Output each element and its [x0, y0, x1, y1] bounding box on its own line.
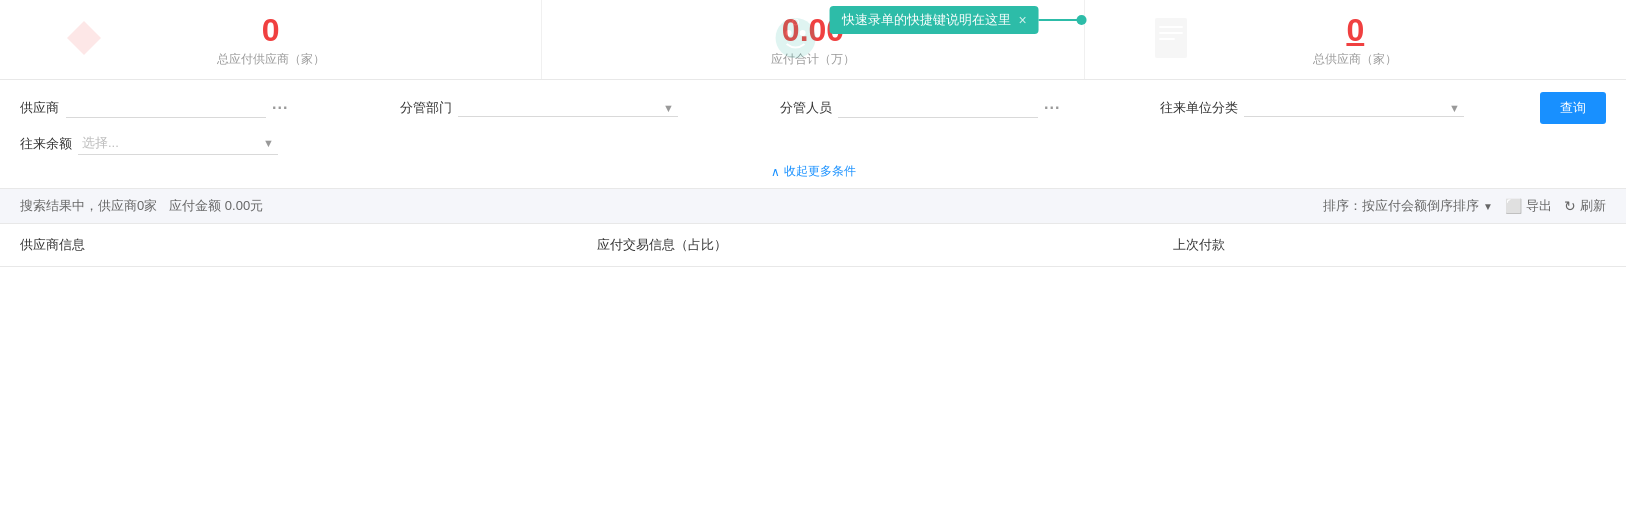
results-bar: 搜索结果中，供应商0家 应付金额 0.00元 排序：按应付会额倒序排序 ▼ ⬜ …: [0, 189, 1626, 224]
mint-icon: [767, 9, 825, 70]
sort-button[interactable]: 排序：按应付会额倒序排序 ▼: [1323, 197, 1493, 215]
collapse-button[interactable]: ∧ 收起更多条件: [771, 163, 856, 180]
svg-point-5: [793, 19, 799, 25]
svg-point-2: [786, 30, 792, 36]
total-suppliers-label: 总供应商（家）: [1313, 51, 1397, 68]
balance-select[interactable]: 选择... ▼: [78, 132, 278, 155]
unit-filter: 往来单位分类 ▼: [1160, 99, 1532, 117]
amount-summary: 应付金额 0.00元: [169, 197, 263, 215]
filter-bar: 供应商 ··· 分管部门 ▼ 分管人员 ··· 往来单位分类 ▼ 查询: [0, 80, 1626, 189]
diamond-icon: [60, 14, 108, 65]
table-body: [0, 267, 1626, 515]
col-transaction-header: 应付交易信息（占比）: [597, 236, 1174, 254]
collapse-label: 收起更多条件: [784, 163, 856, 180]
stats-bar: 0 总应付供应商（家） 快速录单的快捷键说明在这里 × 0.00 应付合计（万）: [0, 0, 1626, 80]
department-chevron-icon: ▼: [663, 102, 674, 114]
unit-chevron-icon: ▼: [1449, 102, 1460, 114]
total-suppliers-value: 0: [1346, 11, 1364, 49]
filter-row-2: 往来余额 选择... ▼: [20, 132, 1606, 155]
unit-label: 往来单位分类: [1160, 99, 1238, 117]
filter-row-1: 供应商 ··· 分管部门 ▼ 分管人员 ··· 往来单位分类 ▼ 查询: [20, 92, 1606, 124]
person-input[interactable]: [838, 98, 1038, 118]
person-dots[interactable]: ···: [1044, 99, 1060, 117]
search-summary: 搜索结果中，供应商0家: [20, 197, 157, 215]
balance-chevron-icon: ▼: [263, 137, 274, 149]
sort-chevron-icon: ▼: [1483, 201, 1493, 212]
department-filter: 分管部门 ▼: [400, 99, 772, 117]
balance-placeholder: 选择...: [82, 134, 119, 152]
balance-filter: 往来余额 选择... ▼: [20, 132, 320, 155]
person-label: 分管人员: [780, 99, 832, 117]
results-actions: 排序：按应付会额倒序排序 ▼ ⬜ 导出 ↻ 刷新: [1323, 197, 1606, 215]
balance-label: 往来余额: [20, 135, 72, 153]
stat-payable-amount: 快速录单的快捷键说明在这里 × 0.00 应付合计（万）: [542, 0, 1084, 79]
query-button[interactable]: 查询: [1540, 92, 1606, 124]
payable-suppliers-label: 总应付供应商（家）: [217, 51, 325, 68]
collapse-arrow-icon: ∧: [771, 165, 780, 179]
col-lastpay-header: 上次付款: [1173, 236, 1606, 254]
tooltip-close-btn[interactable]: ×: [1019, 12, 1027, 28]
refresh-button[interactable]: ↻ 刷新: [1564, 197, 1606, 215]
collapse-row: ∧ 收起更多条件: [20, 163, 1606, 180]
refresh-icon: ↻: [1564, 198, 1576, 214]
payable-suppliers-value: 0: [262, 11, 280, 49]
supplier-label: 供应商: [20, 99, 60, 117]
svg-rect-9: [1159, 38, 1175, 40]
tooltip-text: 快速录单的快捷键说明在这里: [842, 11, 1011, 29]
results-summary: 搜索结果中，供应商0家 应付金额 0.00元: [20, 197, 263, 215]
table-header: 供应商信息 应付交易信息（占比） 上次付款: [0, 224, 1626, 267]
svg-point-3: [800, 30, 806, 36]
supplier-input[interactable]: [66, 98, 266, 118]
person-filter: 分管人员 ···: [780, 98, 1152, 118]
department-label: 分管部门: [400, 99, 452, 117]
tooltip-bubble: 快速录单的快捷键说明在这里 ×: [830, 6, 1039, 34]
svg-rect-7: [1159, 26, 1183, 28]
document-icon: [1145, 12, 1197, 67]
svg-rect-0: [67, 21, 101, 55]
svg-rect-8: [1159, 32, 1183, 34]
department-select[interactable]: ▼: [458, 100, 678, 117]
refresh-label: 刷新: [1580, 197, 1606, 215]
stat-total-suppliers: 0 总供应商（家）: [1085, 0, 1626, 79]
export-icon: ⬜: [1505, 198, 1522, 214]
export-label: 导出: [1526, 197, 1552, 215]
sort-label: 排序：按应付会额倒序排序: [1323, 197, 1479, 215]
unit-select[interactable]: ▼: [1244, 100, 1464, 117]
export-button[interactable]: ⬜ 导出: [1505, 197, 1552, 215]
tooltip-dot: [1077, 15, 1087, 25]
col-supplier-header: 供应商信息: [20, 236, 597, 254]
supplier-dots[interactable]: ···: [272, 99, 288, 117]
stat-payable-suppliers: 0 总应付供应商（家）: [0, 0, 542, 79]
supplier-filter: 供应商 ···: [20, 98, 392, 118]
